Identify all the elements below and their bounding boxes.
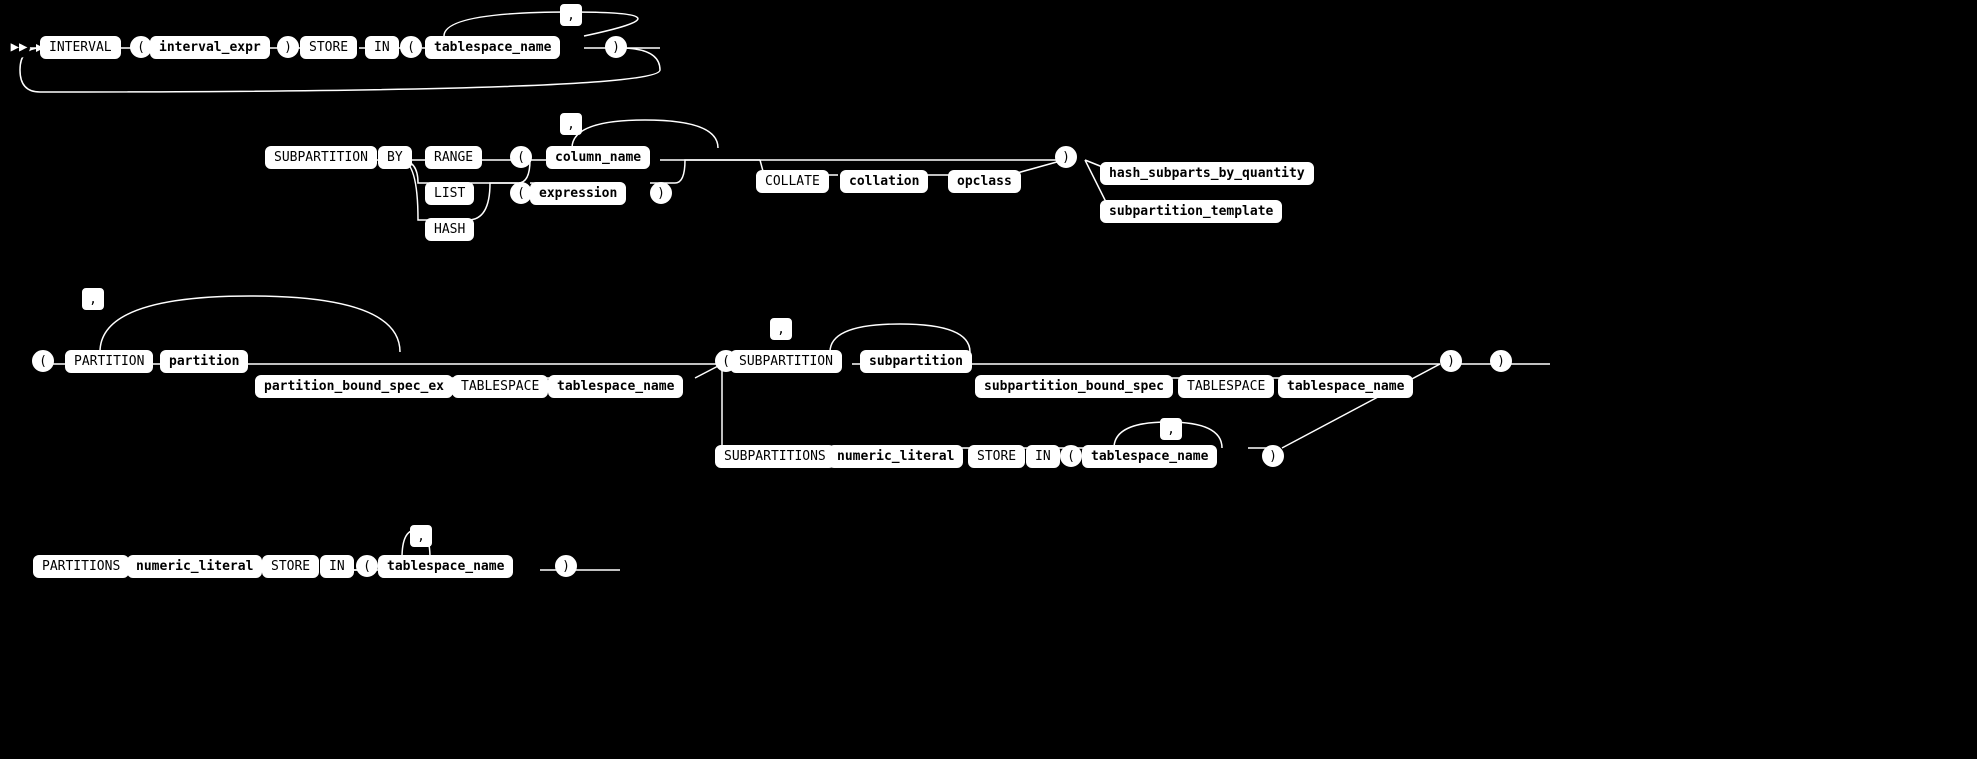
- subpartitions-keyword: SUBPARTITIONS: [715, 445, 835, 468]
- close-paren-8: ): [555, 555, 577, 577]
- collate-keyword: COLLATE: [756, 170, 829, 193]
- open-paren-7: (: [1060, 445, 1082, 467]
- tablespace-name-4: tablespace_name: [1082, 445, 1217, 468]
- open-paren-8: (: [356, 555, 378, 577]
- hash-subparts-node: hash_subparts_by_quantity: [1100, 162, 1314, 185]
- tablespace-keyword-1: TABLESPACE: [452, 375, 548, 398]
- comma-4: ,: [770, 318, 792, 340]
- partition-node: partition: [160, 350, 248, 373]
- open-paren-3: (: [510, 146, 532, 168]
- store-keyword-3: STORE: [262, 555, 319, 578]
- close-paren-6: ): [1440, 350, 1462, 372]
- list-keyword: LIST: [425, 182, 474, 205]
- comma-1: ,: [560, 4, 582, 26]
- close-paren-7: ): [1262, 445, 1284, 467]
- subpartition-node: subpartition: [860, 350, 972, 373]
- column-name-node: column_name: [546, 146, 650, 169]
- range-keyword: RANGE: [425, 146, 482, 169]
- subpartition-keyword-2: SUBPARTITION: [730, 350, 842, 373]
- expression-node: expression: [530, 182, 626, 205]
- comma-3: ,: [82, 288, 104, 310]
- open-paren-2: (: [400, 36, 422, 58]
- by-keyword: BY: [378, 146, 412, 169]
- interval-keyword: INTERVAL: [40, 36, 121, 59]
- comma-5: ,: [1160, 418, 1182, 440]
- in-keyword-3: IN: [320, 555, 354, 578]
- comma-6: ,: [410, 525, 432, 547]
- close-paren-4: ): [650, 182, 672, 204]
- numeric-literal-2: numeric_literal: [127, 555, 262, 578]
- tablespace-name-2: tablespace_name: [548, 375, 683, 398]
- tablespace-name-3: tablespace_name: [1278, 375, 1413, 398]
- subpartition-bound-spec-node: subpartition_bound_spec: [975, 375, 1173, 398]
- comma-2: ,: [560, 113, 582, 135]
- partitions-keyword: PARTITIONS: [33, 555, 129, 578]
- close-paren-5: ): [1490, 350, 1512, 372]
- numeric-literal-1: numeric_literal: [828, 445, 963, 468]
- close-paren-3: ): [1055, 146, 1077, 168]
- partition-keyword: PARTITION: [65, 350, 153, 373]
- open-paren-4: (: [510, 182, 532, 204]
- opclass-node: opclass: [948, 170, 1021, 193]
- store-keyword-2: STORE: [968, 445, 1025, 468]
- syntax-diagram: ▶▶ INTERVAL ( interval_expr ) STORE IN (…: [0, 0, 1977, 759]
- close-paren-2: ): [605, 36, 627, 58]
- hash-keyword: HASH: [425, 218, 474, 241]
- subpartition-template-node: subpartition_template: [1100, 200, 1282, 223]
- close-paren-1: ): [277, 36, 299, 58]
- tablespace-name-1: tablespace_name: [425, 36, 560, 59]
- open-paren-5: (: [32, 350, 54, 372]
- open-paren-1: (: [130, 36, 152, 58]
- tablespace-keyword-2: TABLESPACE: [1178, 375, 1274, 398]
- interval-expr-node: interval_expr: [150, 36, 270, 59]
- in-keyword-1: IN: [365, 36, 399, 59]
- arrow-start: ▶▶: [8, 36, 30, 58]
- tablespace-name-5: tablespace_name: [378, 555, 513, 578]
- collation-node: collation: [840, 170, 928, 193]
- store-keyword-1: STORE: [300, 36, 357, 59]
- subpartition-by-keyword: SUBPARTITION: [265, 146, 377, 169]
- in-keyword-2: IN: [1026, 445, 1060, 468]
- partition-bound-spec-node: partition_bound_spec_ex: [255, 375, 453, 398]
